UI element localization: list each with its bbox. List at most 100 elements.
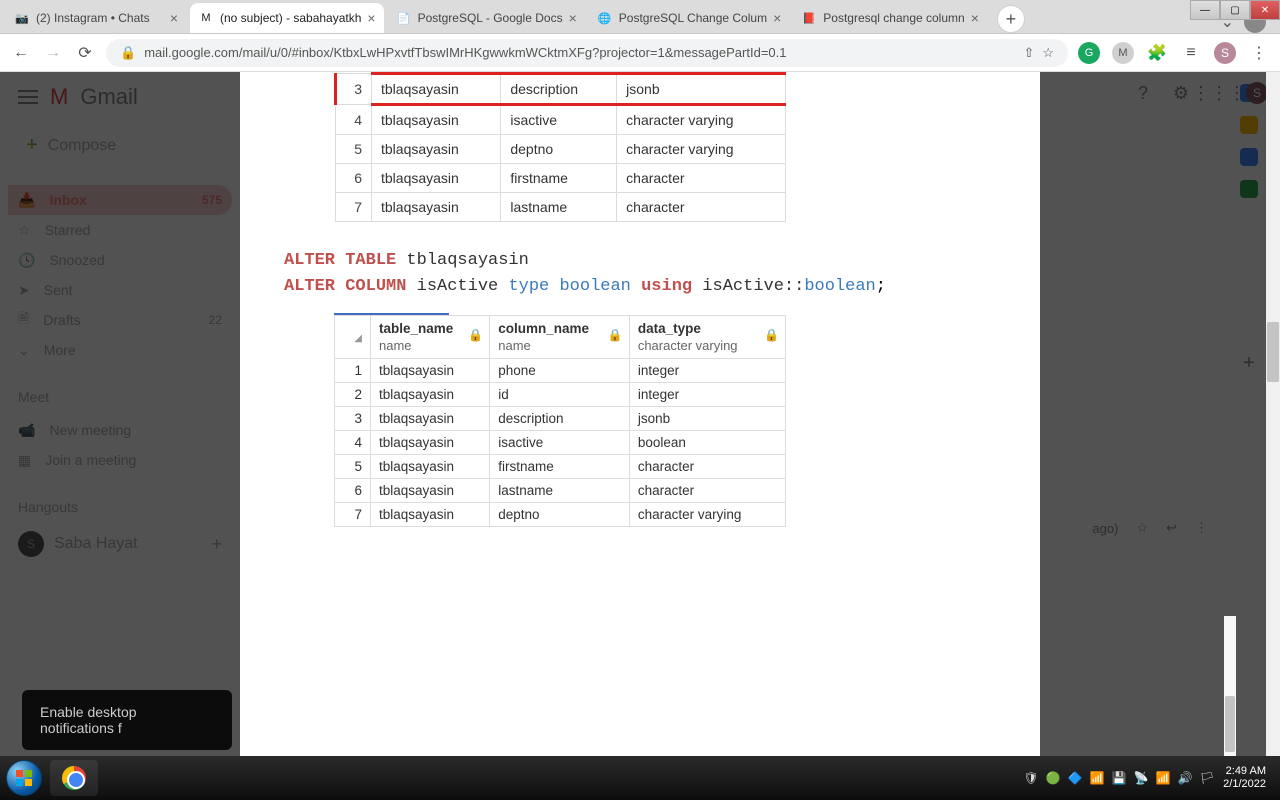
start-button[interactable] [6, 760, 42, 796]
maximize-button[interactable]: ▢ [1220, 0, 1250, 20]
column-header[interactable]: data_typecharacter varying🔒 [629, 316, 785, 359]
table-row: 7 tblaqsayasin lastname character [336, 193, 786, 222]
row-number: 5 [335, 455, 371, 479]
tray-icon[interactable]: 📶 [1089, 770, 1105, 786]
address-bar: ← → ⟳ 🔒 mail.google.com/mail/u/0/#inbox/… [0, 34, 1280, 72]
tab-favicon: 📄 [396, 10, 412, 26]
sql-result-table-before: 3 tblaqsayasin description jsonb4 tblaqs… [334, 72, 786, 222]
lock-icon: 🔒 [120, 45, 136, 61]
cell-table-name: tblaqsayasin [371, 503, 490, 527]
tab-title: PostgreSQL Change Colum [619, 11, 767, 25]
reload-button[interactable]: ⟳ [74, 42, 96, 64]
table-row: 5 tblaqsayasin firstname character [335, 455, 786, 479]
tab-title: (no subject) - sabahayatkh [220, 11, 361, 25]
chrome-taskbar-button[interactable] [50, 760, 98, 796]
preview-scrollbar-thumb[interactable] [1225, 696, 1235, 752]
tray-icon[interactable]: 📡 [1133, 770, 1149, 786]
bookmark-star-icon[interactable]: ☆ [1042, 45, 1054, 61]
url-field[interactable]: 🔒 mail.google.com/mail/u/0/#inbox/KtbxLw… [106, 39, 1068, 67]
browser-tab[interactable]: 🌐 PostgreSQL Change Colum × [589, 3, 790, 33]
tray-icon[interactable]: 🔊 [1177, 770, 1193, 786]
extension-m-icon[interactable]: M [1112, 42, 1134, 64]
tab-close-icon[interactable]: × [170, 10, 178, 26]
windows-taskbar: 🛡 🟢 🔷 📶 💾 📡 📶 🔊 🏳 2:49 AM 2/1/2022 [0, 756, 1280, 800]
row-number: 7 [336, 193, 372, 222]
corner-cell: ◢ [335, 316, 371, 359]
tab-close-icon[interactable]: × [569, 10, 577, 26]
tab-favicon: 📕 [801, 10, 817, 26]
url-text: mail.google.com/mail/u/0/#inbox/KtbxLwHP… [144, 45, 786, 60]
share-icon[interactable]: ⇧ [1023, 45, 1034, 61]
row-number: 3 [335, 407, 371, 431]
browser-tab[interactable]: M (no subject) - sabahayatkh × [190, 3, 384, 33]
row-number: 2 [335, 383, 371, 407]
back-button[interactable]: ← [10, 42, 32, 64]
row-number: 1 [335, 359, 371, 383]
chrome-profile-avatar[interactable]: S [1214, 42, 1236, 64]
table-row: 3 tblaqsayasin description jsonb [335, 407, 786, 431]
cell-data-type: integer [629, 383, 785, 407]
cell-data-type: character [617, 164, 786, 193]
cell-table-name: tblaqsayasin [372, 135, 501, 164]
row-number: 5 [336, 135, 372, 164]
cell-table-name: tblaqsayasin [372, 164, 501, 193]
reading-list-icon[interactable]: ≡ [1180, 42, 1202, 64]
cell-table-name: tblaqsayasin [371, 407, 490, 431]
cell-data-type: character [617, 193, 786, 222]
extensions-puzzle-icon[interactable]: 🧩 [1146, 42, 1168, 64]
forward-button[interactable]: → [42, 42, 64, 64]
cell-column-name: firstname [490, 455, 630, 479]
cell-data-type: character [629, 455, 785, 479]
cell-column-name: deptno [501, 135, 617, 164]
browser-tab[interactable]: 📷 (2) Instagram • Chats × [6, 3, 186, 33]
cell-data-type: character varying [617, 105, 786, 135]
chrome-menu-icon[interactable]: ⋮ [1248, 42, 1270, 64]
cell-column-name: id [490, 383, 630, 407]
cell-table-name: tblaqsayasin [372, 193, 501, 222]
tab-close-icon[interactable]: × [971, 10, 979, 26]
row-number: 6 [336, 164, 372, 193]
tray-icon[interactable]: 🛡 [1023, 770, 1039, 786]
page-scrollbar[interactable] [1266, 72, 1280, 756]
lock-icon: 🔒 [764, 328, 779, 344]
cell-data-type: integer [629, 359, 785, 383]
column-header[interactable]: column_namename🔒 [490, 316, 630, 359]
new-tab-button[interactable]: + [997, 5, 1025, 33]
cell-table-name: tblaqsayasin [371, 479, 490, 503]
table-row: 7 tblaqsayasin deptno character varying [335, 503, 786, 527]
cell-column-name: deptno [490, 503, 630, 527]
tab-close-icon[interactable]: × [367, 10, 375, 26]
row-number: 4 [335, 431, 371, 455]
cell-data-type: jsonb [629, 407, 785, 431]
row-number: 7 [335, 503, 371, 527]
minimize-button[interactable]: — [1190, 0, 1220, 20]
cell-column-name: firstname [501, 164, 617, 193]
tab-favicon: 📷 [14, 10, 30, 26]
desktop-notification-prompt[interactable]: Enable desktop notifications f [22, 690, 232, 750]
tab-title: Postgresql change column [823, 11, 964, 25]
browser-tab[interactable]: 📕 Postgresql change column × [793, 3, 987, 33]
browser-tab[interactable]: 📄 PostgreSQL - Google Docs × [388, 3, 585, 33]
cell-table-name: tblaqsayasin [371, 359, 490, 383]
tray-icon[interactable]: 🟢 [1045, 770, 1061, 786]
scrollbar-thumb[interactable] [1267, 322, 1279, 382]
taskbar-clock[interactable]: 2:49 AM 2/1/2022 [1223, 765, 1274, 791]
clock-time: 2:49 AM [1223, 765, 1266, 778]
close-button[interactable]: ✕ [1250, 0, 1280, 20]
row-number: 4 [336, 105, 372, 135]
tab-title: (2) Instagram • Chats [36, 11, 164, 25]
preview-scrollbar[interactable] [1224, 616, 1236, 756]
cell-column-name: lastname [490, 479, 630, 503]
tray-icon[interactable]: 📶 [1155, 770, 1171, 786]
tray-icon[interactable]: 💾 [1111, 770, 1127, 786]
attachment-preview: 3 tblaqsayasin description jsonb4 tblaqs… [240, 72, 1040, 756]
lock-icon: 🔒 [468, 328, 483, 344]
cell-table-name: tblaqsayasin [371, 431, 490, 455]
cell-data-type: jsonb [617, 74, 786, 105]
tray-icon[interactable]: 🏳 [1199, 770, 1215, 786]
tab-close-icon[interactable]: × [773, 10, 781, 26]
column-header[interactable]: table_namename🔒 [371, 316, 490, 359]
tray-icon[interactable]: 🔷 [1067, 770, 1083, 786]
tab-title: PostgreSQL - Google Docs [418, 11, 563, 25]
grammarly-icon[interactable]: G [1078, 42, 1100, 64]
